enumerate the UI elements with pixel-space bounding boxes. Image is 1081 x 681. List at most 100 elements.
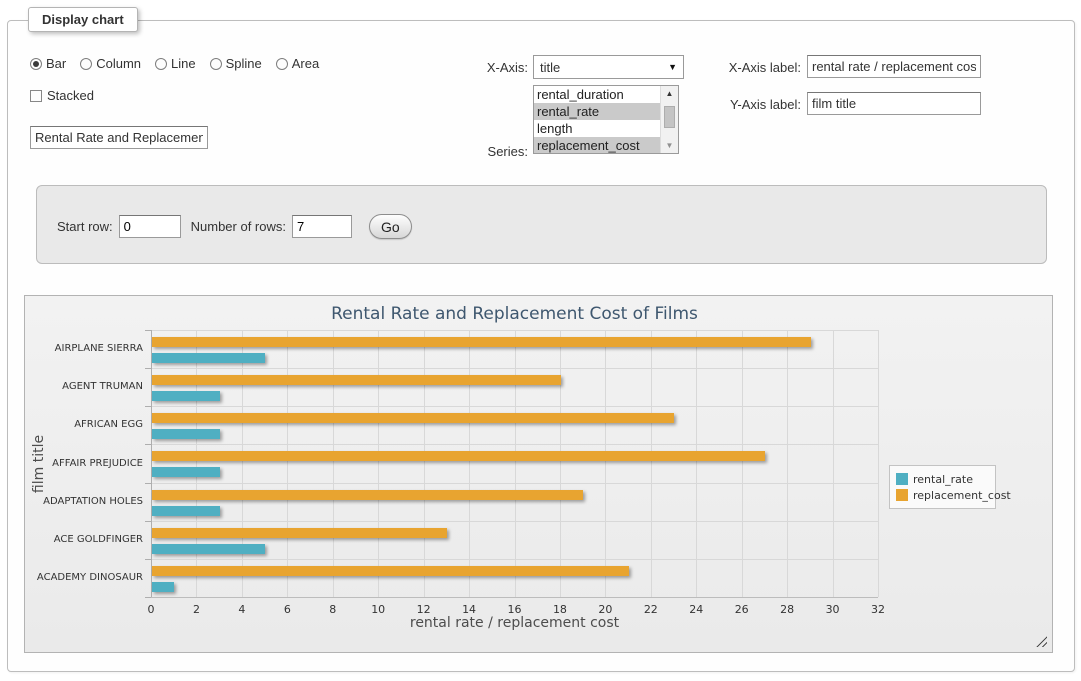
stacked-checkbox-row[interactable]: Stacked: [30, 88, 94, 103]
x-axis-line: [151, 597, 878, 598]
bar-rental_rate[interactable]: [152, 544, 265, 554]
stacked-label: Stacked: [47, 88, 94, 103]
x-axis-title: rental rate / replacement cost: [151, 615, 878, 631]
x-tick-label: 24: [678, 603, 714, 616]
bar-replacement_cost[interactable]: [152, 528, 447, 538]
gridline: [651, 330, 652, 597]
gridline: [196, 330, 197, 597]
gridline: [242, 330, 243, 597]
radio-label: Column: [96, 56, 141, 71]
y-axis-label-label: Y-Axis label:: [701, 97, 801, 112]
legend-item-replacement_cost[interactable]: replacement_cost: [896, 487, 989, 503]
chart-title-input[interactable]: [30, 126, 208, 149]
fieldset-legend: Display chart: [28, 7, 138, 32]
go-button[interactable]: Go: [369, 214, 412, 239]
radio-label: Spline: [226, 56, 262, 71]
bar-rental_rate[interactable]: [152, 506, 220, 516]
gridline: [287, 330, 288, 597]
x-tick-label: 4: [224, 603, 260, 616]
legend-swatch-icon: [896, 489, 908, 501]
num-rows-label: Number of rows:: [191, 219, 286, 234]
category-label: AFRICAN EGG: [25, 419, 143, 431]
x-tick-label: 14: [451, 603, 487, 616]
radio-label: Line: [171, 56, 196, 71]
x-axis-selected-value: title: [540, 60, 560, 75]
gridline: [787, 330, 788, 597]
start-row-input[interactable]: [119, 215, 181, 238]
chart-title: Rental Rate and Replacement Cost of Film…: [151, 304, 878, 324]
scroll-up-icon[interactable]: ▲: [661, 86, 678, 101]
x-tick-label: 32: [860, 603, 896, 616]
legend-swatch-icon: [896, 473, 908, 485]
gridline: [151, 483, 878, 484]
category-label: ADAPTATION HOLES: [25, 496, 143, 508]
x-tick-label: 10: [360, 603, 396, 616]
x-axis-select[interactable]: title ▼: [533, 55, 684, 79]
x-tick-label: 30: [815, 603, 851, 616]
gridline: [833, 330, 834, 597]
x-tick-label: 16: [497, 603, 533, 616]
gridline: [469, 330, 470, 597]
listbox-scrollbar[interactable]: ▲ ▼: [660, 86, 678, 153]
gridline: [333, 330, 334, 597]
x-axis-label-label: X-Axis label:: [701, 60, 801, 75]
bar-rental_rate[interactable]: [152, 429, 220, 439]
y-axis-label-input[interactable]: [807, 92, 981, 115]
category-label: AIRPLANE SIERRA: [25, 343, 143, 355]
chart-type-option-spline[interactable]: Spline: [210, 56, 262, 71]
stacked-checkbox[interactable]: [30, 90, 42, 102]
bar-rental_rate[interactable]: [152, 582, 174, 592]
bar-replacement_cost[interactable]: [152, 337, 811, 347]
chart-type-option-bar[interactable]: Bar: [30, 56, 66, 71]
x-tick-label: 2: [178, 603, 214, 616]
x-axis-label-input[interactable]: [807, 55, 981, 78]
resize-handle-icon[interactable]: [1036, 636, 1047, 647]
chart-type-option-line[interactable]: Line: [155, 56, 196, 71]
bar-rental_rate[interactable]: [152, 467, 220, 477]
bar-replacement_cost[interactable]: [152, 566, 629, 576]
radio-icon[interactable]: [80, 58, 92, 70]
chart-container: Rental Rate and Replacement Cost of Film…: [24, 295, 1053, 653]
plot-area: [151, 330, 878, 597]
bar-replacement_cost[interactable]: [152, 490, 583, 500]
x-tick-label: 12: [406, 603, 442, 616]
y-axis-line: [151, 330, 152, 597]
chart-type-option-area[interactable]: Area: [276, 56, 319, 71]
series-option-rental_rate[interactable]: rental_rate: [534, 103, 660, 120]
radio-icon[interactable]: [155, 58, 167, 70]
gridline: [696, 330, 697, 597]
bar-replacement_cost[interactable]: [152, 413, 674, 423]
gridline: [151, 406, 878, 407]
bar-replacement_cost[interactable]: [152, 375, 561, 385]
chart-type-option-column[interactable]: Column: [80, 56, 141, 71]
series-listbox[interactable]: rental_durationrental_ratelengthreplacem…: [533, 85, 679, 154]
x-tick-label: 20: [587, 603, 623, 616]
series-option-length[interactable]: length: [534, 120, 660, 137]
legend-item-rental_rate[interactable]: rental_rate: [896, 471, 989, 487]
gridline: [424, 330, 425, 597]
scroll-down-icon[interactable]: ▼: [661, 138, 678, 153]
x-tick-label: 22: [633, 603, 669, 616]
radio-icon[interactable]: [30, 58, 42, 70]
radio-icon[interactable]: [210, 58, 222, 70]
series-option-replacement_cost[interactable]: replacement_cost: [534, 137, 660, 154]
x-tick-label: 6: [269, 603, 305, 616]
dropdown-arrow-icon: ▼: [668, 62, 677, 72]
num-rows-input[interactable]: [292, 215, 352, 238]
gridline: [605, 330, 606, 597]
legend-label: rental_rate: [913, 473, 973, 486]
chart-legend: rental_ratereplacement_cost: [889, 465, 996, 509]
bar-replacement_cost[interactable]: [152, 451, 765, 461]
gridline: [151, 444, 878, 445]
scrollbar-thumb[interactable]: [664, 106, 675, 128]
x-tick-label: 0: [133, 603, 169, 616]
bar-rental_rate[interactable]: [152, 353, 265, 363]
bar-rental_rate[interactable]: [152, 391, 220, 401]
category-label: ACADEMY DINOSAUR: [25, 572, 143, 584]
rows-controls: Start row: Number of rows: Go: [57, 214, 412, 239]
chart-type-radiogroup: Bar Column Line Spline Area: [30, 56, 327, 71]
series-option-rental_duration[interactable]: rental_duration: [534, 86, 660, 103]
category-label: AGENT TRUMAN: [25, 381, 143, 393]
radio-icon[interactable]: [276, 58, 288, 70]
page: Display chart Bar Column Line Spline Area St…: [0, 0, 1081, 681]
